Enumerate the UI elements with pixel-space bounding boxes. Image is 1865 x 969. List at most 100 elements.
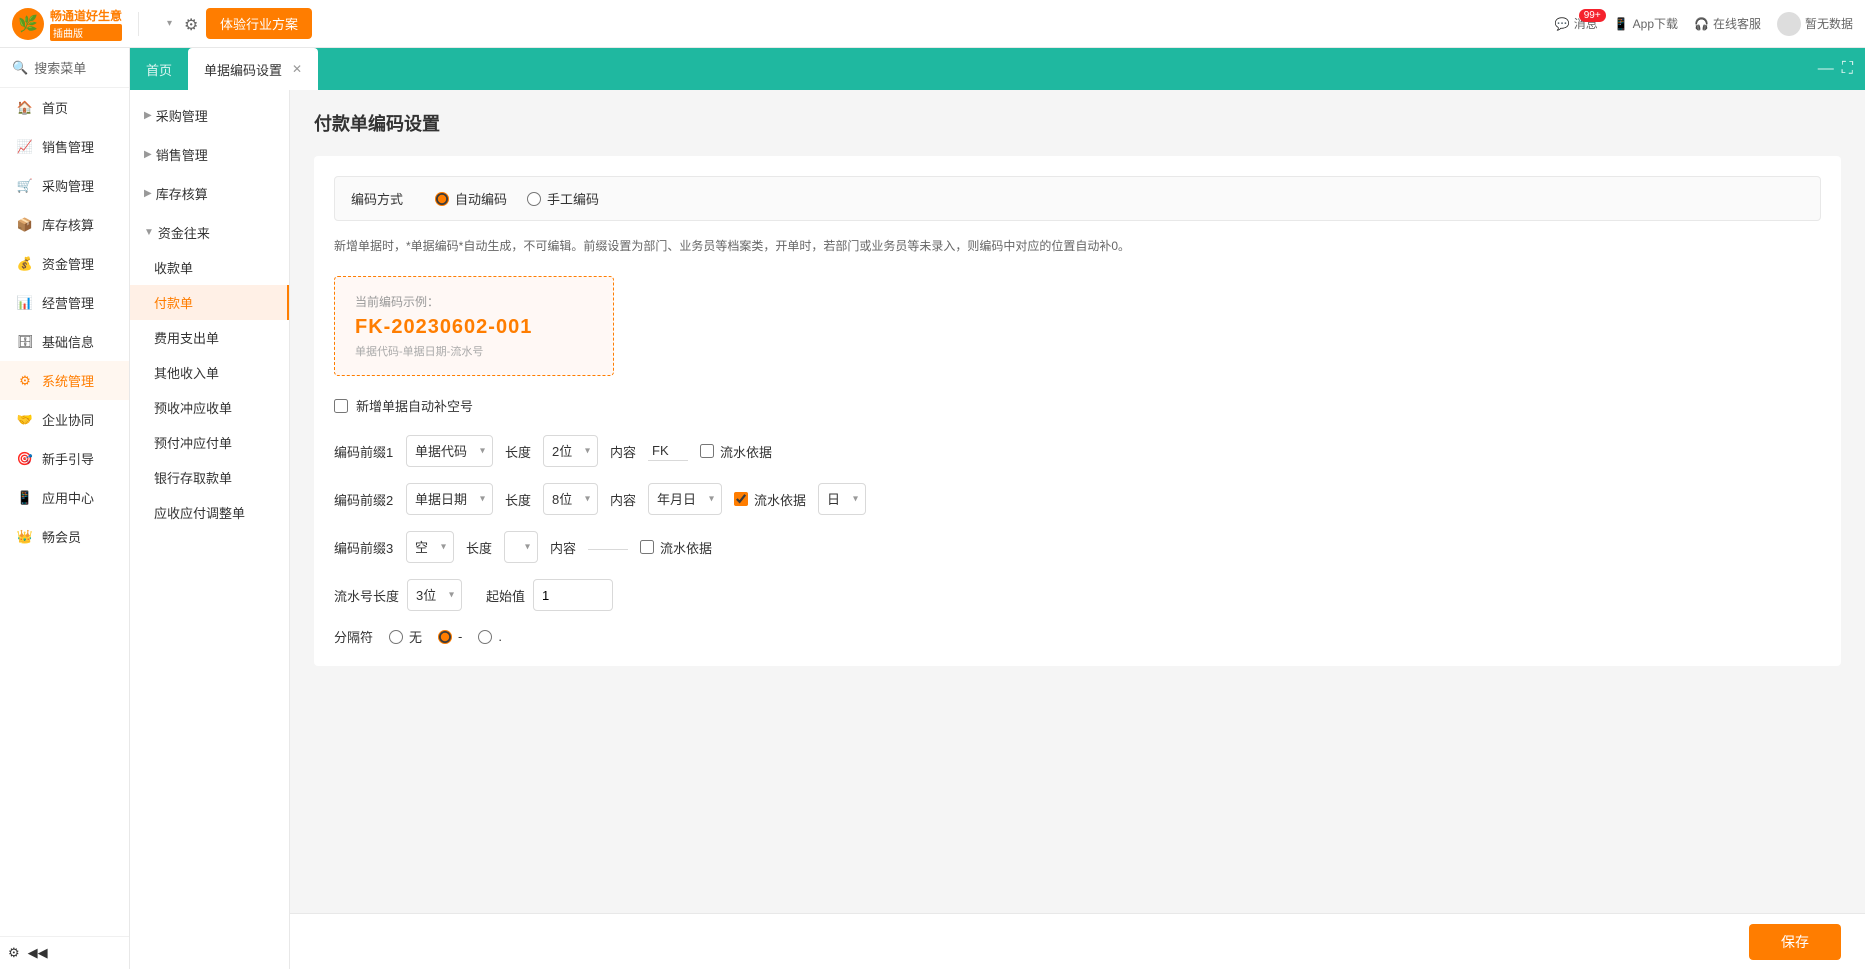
minimize-icon[interactable]: —	[1818, 60, 1834, 78]
config-row-1: 编码前缀1 单据代码 长度 2位	[334, 435, 1821, 467]
example-sub: 单据代码-单据日期-流水号	[355, 343, 593, 359]
serial-length-select[interactable]: 3位	[407, 579, 462, 611]
content3-value	[588, 545, 628, 550]
app-download-item[interactable]: 📱 App下载	[1614, 15, 1678, 32]
submenu-purchase-title[interactable]: ▶ 采购管理	[130, 98, 289, 133]
main-content: 付款单编码设置 编码方式 自动编码	[290, 90, 1865, 913]
submenu-group-capital: ▼ 资金往来 收款单 付款单 费用支出单 其他收入单	[130, 215, 289, 530]
submenu-group-purchase: ▶ 采购管理	[130, 98, 289, 133]
tab-encoding[interactable]: 单据编码设置 ✕	[188, 48, 318, 90]
sidebar-item-finance[interactable]: 💰 资金管理	[0, 244, 129, 283]
sidebar-item-enterprise[interactable]: 🤝 企业协同	[0, 400, 129, 439]
separator-row: 分隔符 无 -	[334, 627, 1821, 646]
sidebar-item-base[interactable]: 🗄 基础信息	[0, 322, 129, 361]
submenu-inventory-title[interactable]: ▶ 库存核算	[130, 176, 289, 211]
submenu-item-income[interactable]: 其他收入单	[130, 355, 289, 390]
example-code: FK-20230602-001	[355, 316, 593, 339]
length1-select[interactable]: 2位	[543, 435, 598, 467]
prefix3-select-wrapper: 空	[406, 531, 454, 563]
length2-label: 长度	[505, 490, 531, 509]
sidebar-item-home[interactable]: 🏠 首页	[0, 88, 129, 127]
separator-label: 分隔符	[334, 627, 373, 646]
length2-select[interactable]: 8位	[543, 483, 598, 515]
stream2-unit-select[interactable]: 日	[818, 483, 866, 515]
content2-select-wrapper: 年月日	[648, 483, 722, 515]
nav-dropdown[interactable]: ▾	[155, 14, 180, 33]
radio-manual-encoding[interactable]: 手工编码	[527, 189, 599, 208]
length3-select[interactable]	[504, 531, 538, 563]
user-avatar[interactable]: 暂无数据	[1777, 12, 1853, 36]
sidebar-item-member[interactable]: 👑 畅会员	[0, 517, 129, 556]
inventory-icon: 📦	[16, 216, 34, 234]
stream3-checkbox[interactable]	[640, 540, 654, 554]
message-item[interactable]: 💬 消息 99+	[1555, 15, 1598, 32]
submenu-sales-title[interactable]: ▶ 销售管理	[130, 137, 289, 172]
separator-dot[interactable]: .	[478, 629, 502, 644]
tab-bar: 首页 单据编码设置 ✕ — ⛶	[130, 48, 1865, 90]
content2-select[interactable]: 年月日	[648, 483, 722, 515]
logo-area: 🌿 畅通道好生意 插曲版	[12, 7, 122, 41]
auto-fill-row: 新增单据自动补空号	[334, 396, 1821, 415]
operation-icon: 📊	[16, 294, 34, 312]
sidebar-item-purchase[interactable]: 🛒 采购管理	[0, 166, 129, 205]
divider-vertical	[138, 12, 139, 36]
submenu-item-bank[interactable]: 银行存取款单	[130, 460, 289, 495]
sidebar-item-system[interactable]: ⚙ 系统管理	[0, 361, 129, 400]
tab-close-icon[interactable]: ✕	[292, 62, 302, 76]
newguide-icon: 🎯	[16, 450, 34, 468]
prefix2-select[interactable]: 单据日期	[406, 483, 493, 515]
online-service-item[interactable]: 🎧 在线客服	[1694, 15, 1761, 32]
auto-fill-checkbox[interactable]	[334, 399, 348, 413]
start-value-input[interactable]	[533, 579, 613, 611]
sub-menu: ▶ 采购管理 ▶ 销售管理 ▶ 库存核算	[130, 90, 290, 969]
arrow-right-icon: ▶	[144, 110, 152, 121]
tab-bar-actions: — ⛶	[1818, 60, 1865, 78]
radio-auto-encoding[interactable]: 自动编码	[435, 189, 507, 208]
member-icon: 👑	[16, 528, 34, 546]
sidebar-item-operation[interactable]: 📊 经营管理	[0, 283, 129, 322]
sales-icon: 📈	[16, 138, 34, 156]
arrow-right-icon-inv: ▶	[144, 188, 152, 199]
submenu-capital-title[interactable]: ▼ 资金往来	[130, 215, 289, 250]
submenu-item-prepay-pay[interactable]: 预付冲应付单	[130, 425, 289, 460]
arrow-right-icon-sales: ▶	[144, 149, 152, 160]
serial-length-row: 流水号长度 3位 起始值	[334, 579, 1821, 611]
maximize-icon[interactable]: ⛶	[1842, 60, 1853, 78]
separator-dash[interactable]: -	[438, 629, 462, 644]
settings-icon[interactable]: ⚙	[8, 945, 20, 961]
base-icon: 🗄	[16, 333, 34, 351]
submenu-item-receipt[interactable]: 收款单	[130, 250, 289, 285]
sidebar-item-sales[interactable]: 📈 销售管理	[0, 127, 129, 166]
save-button[interactable]: 保存	[1749, 924, 1841, 960]
finance-icon: 💰	[16, 255, 34, 273]
example-label: 当前编码示例：	[355, 293, 593, 310]
stream1-checkbox[interactable]	[700, 444, 714, 458]
section-card: 编码方式 自动编码 手工编码	[314, 156, 1841, 666]
prefix3-select[interactable]: 空	[406, 531, 454, 563]
submenu-item-expense[interactable]: 费用支出单	[130, 320, 289, 355]
logo-icon: 🌿	[12, 8, 44, 40]
search-menu[interactable]: 🔍 搜索菜单	[0, 48, 129, 88]
submenu-group-sales: ▶ 销售管理	[130, 137, 289, 172]
experience-button[interactable]: 体验行业方案	[206, 8, 312, 39]
sidebar-item-appcenter[interactable]: 📱 应用中心	[0, 478, 129, 517]
sidebar-nav: 🏠 首页 📈 销售管理 🛒 采购管理 📦 库存核算 💰 资金管理	[0, 88, 129, 936]
top-bar-left: 🌿 畅通道好生意 插曲版 ▾ ⚙ 体验行业方案	[12, 7, 312, 41]
content3-label: 内容	[550, 538, 576, 557]
prefix1-select[interactable]: 单据代码	[406, 435, 493, 467]
sidebar-item-newguide[interactable]: 🎯 新手引导	[0, 439, 129, 478]
info-text: 新增单据时，*单据编码*自动生成，不可编辑。前缀设置为部门、业务员等档案类，开单…	[334, 237, 1821, 256]
submenu-item-adjust[interactable]: 应收应付调整单	[130, 495, 289, 530]
stream2-checkbox[interactable]	[734, 492, 748, 506]
length2-select-wrapper: 8位	[543, 483, 598, 515]
submenu-item-prepay-receive[interactable]: 预收冲应收单	[130, 390, 289, 425]
page-title: 付款单编码设置	[314, 110, 1841, 136]
tab-home[interactable]: 首页	[130, 48, 188, 90]
gear-icon[interactable]: ⚙	[184, 15, 202, 33]
collapse-icon[interactable]: ◀◀	[28, 945, 48, 961]
stream1-checkbox-wrap: 流水依据	[700, 442, 772, 461]
serial-length-label: 流水号长度	[334, 586, 399, 605]
submenu-item-payment[interactable]: 付款单	[130, 285, 289, 320]
sidebar-item-inventory[interactable]: 📦 库存核算	[0, 205, 129, 244]
separator-none[interactable]: 无	[389, 627, 422, 646]
